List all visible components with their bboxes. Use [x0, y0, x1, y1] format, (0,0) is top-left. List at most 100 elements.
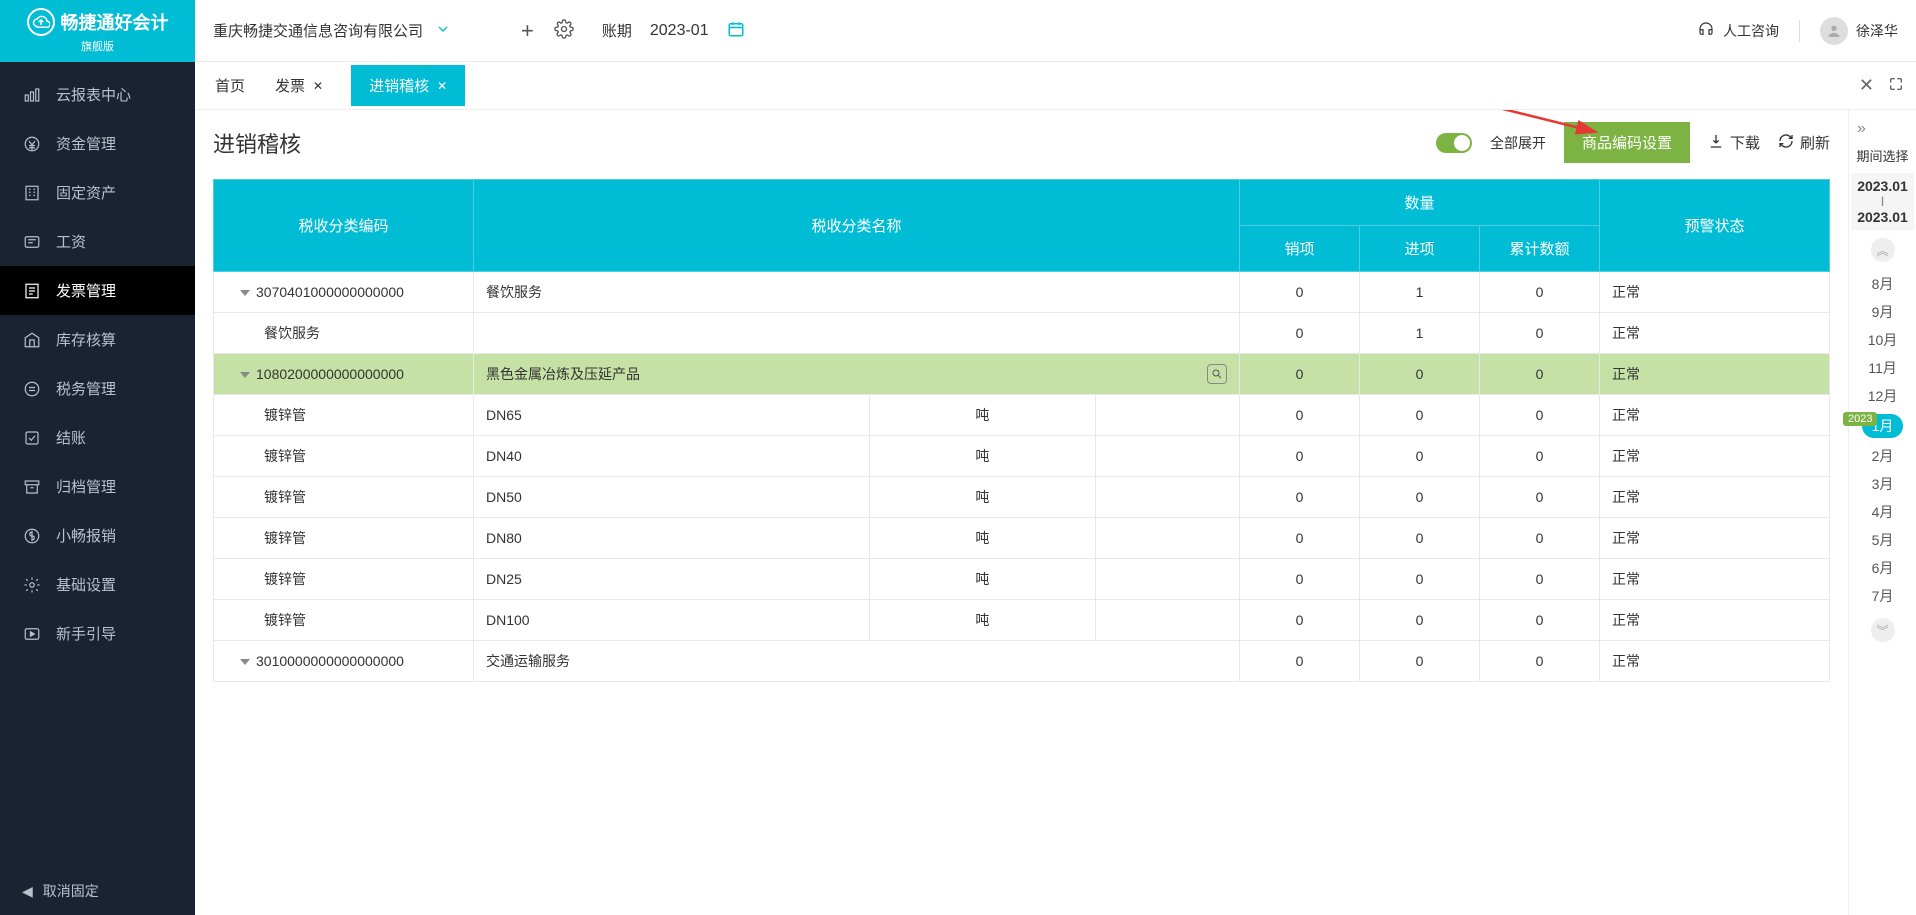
- table-row[interactable]: 镀锌管DN40吨000正常: [214, 436, 1830, 477]
- cloud-upload-icon: [27, 8, 55, 36]
- cell-name: [474, 313, 1240, 354]
- tab-2[interactable]: 进销稽核✕: [351, 65, 465, 106]
- month-label: 11月: [1868, 360, 1897, 376]
- tab-label: 首页: [215, 75, 245, 96]
- human-consult[interactable]: 人工咨询: [1697, 20, 1779, 41]
- download-icon: [1708, 133, 1724, 153]
- month-item-9[interactable]: 5月: [1849, 526, 1916, 554]
- calendar-icon[interactable]: [727, 20, 745, 41]
- cell-blank: [1095, 477, 1239, 518]
- th-qty-sale: 销项: [1240, 226, 1360, 272]
- tab-1[interactable]: 发票✕: [273, 67, 325, 104]
- sidebar-item-label: 税务管理: [56, 378, 116, 399]
- sidebar-item-label: 新手引导: [56, 623, 116, 644]
- collapse-timeline-icon[interactable]: »: [1849, 120, 1866, 138]
- sidebar-item-label: 小畅报销: [56, 525, 116, 546]
- table-row[interactable]: 镀锌管DN100吨000正常: [214, 600, 1830, 641]
- period-range[interactable]: 2023.01 | 2023.01: [1851, 173, 1914, 230]
- fullscreen-icon[interactable]: [1888, 76, 1904, 95]
- month-down-icon[interactable]: ︾: [1871, 618, 1895, 642]
- sidebar-item-1[interactable]: 资金管理: [0, 119, 195, 168]
- expand-all-label: 全部展开: [1490, 133, 1546, 153]
- invoice-icon: [22, 281, 42, 301]
- table-row[interactable]: 1080200000000000000黑色金属冶炼及压延产品000正常: [214, 354, 1830, 395]
- month-item-3[interactable]: 11月: [1849, 354, 1916, 382]
- th-warn: 预警状态: [1600, 180, 1830, 272]
- cell-code: 3070401000000000000: [214, 272, 474, 313]
- cell-code: 1080200000000000000: [214, 354, 474, 395]
- table-row[interactable]: 镀锌管DN50吨000正常: [214, 477, 1830, 518]
- period-value[interactable]: 2023-01: [650, 22, 709, 40]
- sidebar-item-8[interactable]: 归档管理: [0, 462, 195, 511]
- sidebar-item-0[interactable]: 云报表中心: [0, 70, 195, 119]
- sidebar-item-11[interactable]: 新手引导: [0, 609, 195, 658]
- table-row[interactable]: 3070401000000000000餐饮服务010正常: [214, 272, 1830, 313]
- expand-toggle-icon[interactable]: [240, 372, 250, 378]
- cell-code: 镀锌管: [214, 395, 474, 436]
- th-qty-purchase: 进项: [1360, 226, 1480, 272]
- company-name: 重庆畅捷交通信息咨询有限公司: [213, 20, 423, 41]
- table-row[interactable]: 3010000000000000000交通运输服务000正常: [214, 641, 1830, 682]
- sidebar-item-4[interactable]: 发票管理: [0, 266, 195, 315]
- month-item-5[interactable]: 20231月: [1849, 410, 1916, 442]
- user-menu[interactable]: 徐泽华: [1820, 17, 1898, 45]
- close-all-tabs-icon[interactable]: ✕: [1859, 75, 1874, 96]
- expand-all-toggle[interactable]: [1436, 133, 1472, 153]
- month-item-10[interactable]: 6月: [1849, 554, 1916, 582]
- cell-purchase: 0: [1360, 354, 1480, 395]
- sidebar-item-5[interactable]: 库存核算: [0, 315, 195, 364]
- sidebar-item-7[interactable]: 结账: [0, 413, 195, 462]
- main-nav: 云报表中心资金管理固定资产工资发票管理库存核算税务管理结账归档管理小畅报销基础设…: [0, 62, 195, 867]
- refresh-label: 刷新: [1800, 132, 1830, 153]
- expand-toggle-icon[interactable]: [240, 290, 250, 296]
- tab-0[interactable]: 首页: [213, 67, 247, 104]
- month-item-0[interactable]: 8月: [1849, 270, 1916, 298]
- sidebar-item-6[interactable]: 税务管理: [0, 364, 195, 413]
- table-row[interactable]: 镀锌管DN80吨000正常: [214, 518, 1830, 559]
- cell-unit: 吨: [870, 436, 1095, 477]
- cell-warn: 正常: [1600, 436, 1830, 477]
- close-icon[interactable]: ✕: [437, 79, 447, 93]
- month-item-1[interactable]: 9月: [1849, 298, 1916, 326]
- month-label: 6月: [1872, 560, 1894, 576]
- search-icon[interactable]: [1207, 364, 1227, 384]
- month-item-7[interactable]: 3月: [1849, 470, 1916, 498]
- gear-icon[interactable]: [554, 19, 574, 42]
- year-badge: 2023: [1843, 412, 1877, 426]
- cell-blank: [1095, 518, 1239, 559]
- sidebar: 畅捷通好会计 旗舰版 云报表中心资金管理固定资产工资发票管理库存核算税务管理结账…: [0, 0, 195, 915]
- table-row[interactable]: 餐饮服务010正常: [214, 313, 1830, 354]
- cell-purchase: 0: [1360, 477, 1480, 518]
- table-scroll-area[interactable]: 税收分类编码 税收分类名称 数量 预警状态 销项 进项 累计数额 3: [213, 179, 1830, 915]
- month-item-11[interactable]: 7月: [1849, 582, 1916, 610]
- cell-name: 餐饮服务: [474, 272, 1240, 313]
- refresh-button[interactable]: 刷新: [1778, 132, 1830, 153]
- download-button[interactable]: 下载: [1708, 132, 1760, 153]
- month-item-8[interactable]: 4月: [1849, 498, 1916, 526]
- sidebar-item-label: 发票管理: [56, 280, 116, 301]
- company-selector[interactable]: 重庆畅捷交通信息咨询有限公司: [213, 20, 503, 41]
- month-item-4[interactable]: 12月: [1849, 382, 1916, 410]
- sidebar-item-9[interactable]: 小畅报销: [0, 511, 195, 560]
- expand-toggle-icon[interactable]: [240, 659, 250, 665]
- table-row[interactable]: 镀锌管DN25吨000正常: [214, 559, 1830, 600]
- cell-spec: DN50: [474, 477, 870, 518]
- unpin-sidebar[interactable]: ◀ 取消固定: [0, 867, 195, 915]
- cell-cum: 0: [1480, 559, 1600, 600]
- month-item-2[interactable]: 10月: [1849, 326, 1916, 354]
- audit-table: 税收分类编码 税收分类名称 数量 预警状态 销项 进项 累计数额 3: [213, 179, 1830, 682]
- username: 徐泽华: [1856, 21, 1898, 41]
- product-code-settings-button[interactable]: 商品编码设置: [1564, 122, 1690, 163]
- sidebar-item-2[interactable]: 固定资产: [0, 168, 195, 217]
- cell-purchase: 1: [1360, 313, 1480, 354]
- cell-purchase: 0: [1360, 641, 1480, 682]
- close-icon[interactable]: ✕: [313, 79, 323, 93]
- sidebar-item-10[interactable]: 基础设置: [0, 560, 195, 609]
- month-up-icon[interactable]: ︽: [1871, 238, 1895, 262]
- add-button[interactable]: +: [521, 18, 534, 44]
- sidebar-item-3[interactable]: 工资: [0, 217, 195, 266]
- month-item-6[interactable]: 2月: [1849, 442, 1916, 470]
- cell-warn: 正常: [1600, 395, 1830, 436]
- table-row[interactable]: 镀锌管DN65吨000正常: [214, 395, 1830, 436]
- money-icon: [22, 134, 42, 154]
